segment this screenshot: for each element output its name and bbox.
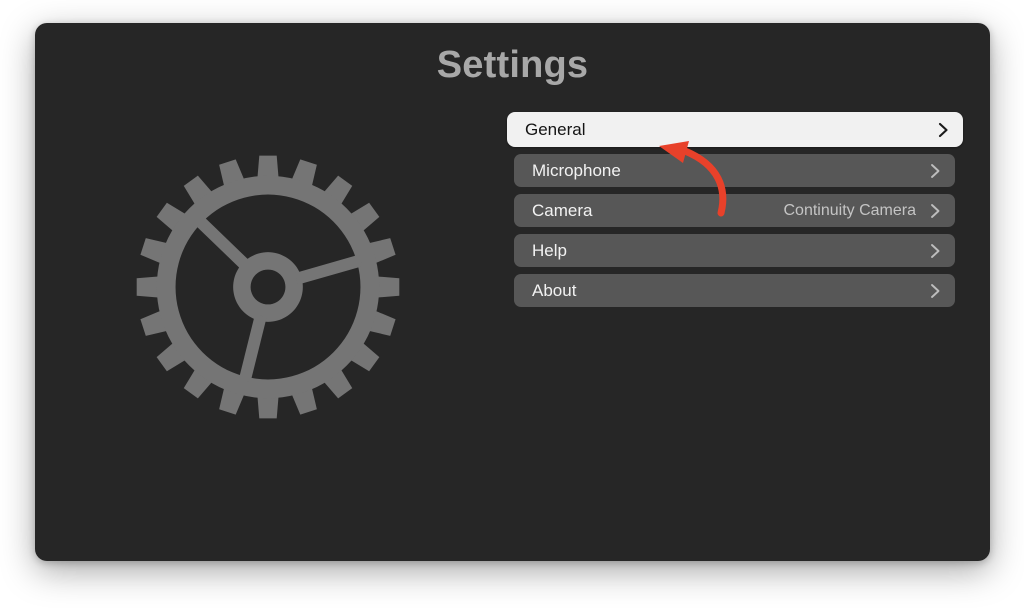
list-item-microphone[interactable]: Microphone — [514, 154, 955, 187]
chevron-right-icon — [935, 122, 951, 138]
chevron-right-icon — [927, 203, 943, 219]
settings-list: General Microphone Camera Continuity Cam… — [507, 112, 963, 307]
chevron-right-icon — [927, 243, 943, 259]
list-item-label: Camera — [532, 200, 593, 220]
gear-icon — [134, 153, 402, 421]
chevron-right-icon — [927, 283, 943, 299]
list-item-label: General — [525, 119, 586, 139]
list-item-detail-value: Continuity Camera — [783, 201, 917, 219]
list-item-about[interactable]: About — [514, 274, 955, 307]
page-title: Settings — [436, 44, 589, 86]
list-item-general[interactable]: General — [507, 112, 963, 147]
list-item-camera[interactable]: Camera Continuity Camera — [514, 194, 955, 227]
settings-window: Settings General Microphone Camera Conti… — [35, 23, 990, 561]
chevron-right-icon — [927, 163, 943, 179]
list-item-label: Help — [532, 240, 567, 260]
list-item-help[interactable]: Help — [514, 234, 955, 267]
list-item-label: Microphone — [532, 160, 621, 180]
list-item-label: About — [532, 280, 577, 300]
